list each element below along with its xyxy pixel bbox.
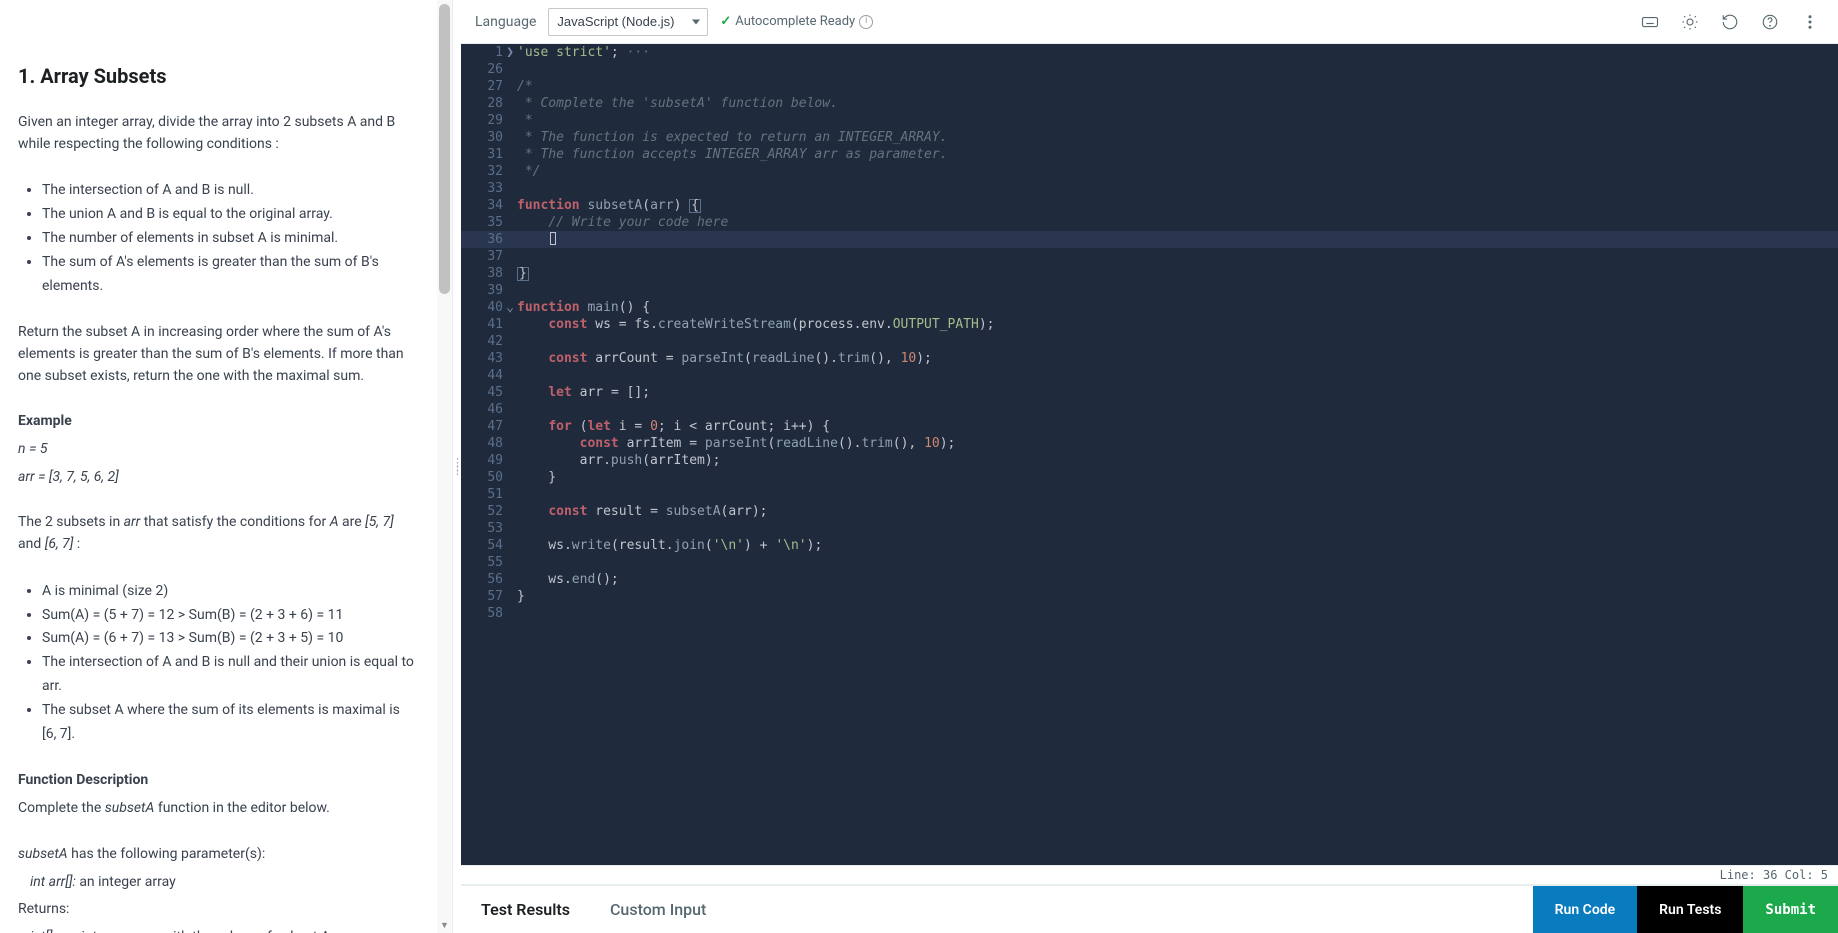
autocomplete-status: ✓ Autocomplete Ready i	[720, 14, 873, 29]
condition-item: The sum of A's elements is greater than …	[42, 251, 415, 299]
code-line[interactable]: 51	[461, 486, 1838, 503]
code-line[interactable]: 1❯'use strict'; ···	[461, 44, 1838, 61]
condition-item: The intersection of A and B is null.	[42, 179, 415, 203]
example-bullet: The subset A where the sum of its elemen…	[42, 699, 415, 747]
tab-custom-input[interactable]: Custom Input	[590, 886, 726, 933]
code-line[interactable]: 42	[461, 333, 1838, 350]
theme-toggle-icon[interactable]	[1676, 8, 1704, 36]
conditions-list: The intersection of A and B is null. The…	[42, 179, 415, 298]
example-arr: arr = [3, 7, 5, 6, 2]	[18, 469, 119, 485]
run-code-button[interactable]: Run Code	[1533, 886, 1638, 933]
left-scrollbar[interactable]: ▲ ▼	[437, 0, 452, 933]
code-line[interactable]: 32 */	[461, 163, 1838, 180]
code-line[interactable]: 41 const ws = fs.createWriteStream(proce…	[461, 316, 1838, 333]
code-line[interactable]: 39	[461, 282, 1838, 299]
code-line[interactable]: 33	[461, 180, 1838, 197]
code-line[interactable]: 26	[461, 61, 1838, 78]
code-line[interactable]: 27/*	[461, 78, 1838, 95]
code-line[interactable]: 52 const result = subsetA(arr);	[461, 503, 1838, 520]
scroll-down-arrow[interactable]: ▼	[437, 919, 452, 933]
code-line[interactable]: 48 const arrItem = parseInt(readLine().t…	[461, 435, 1838, 452]
tab-test-results[interactable]: Test Results	[461, 886, 590, 933]
code-line[interactable]: 46	[461, 401, 1838, 418]
code-line[interactable]: 36	[461, 231, 1838, 248]
bottom-bar: Test Results Custom Input Run Code Run T…	[461, 885, 1838, 933]
code-line[interactable]: 44	[461, 367, 1838, 384]
example-header: Example	[18, 411, 415, 433]
pane-resize-handle[interactable]: ⋮⋮⋮	[453, 0, 461, 933]
cursor-position: Line: 36 Col: 5	[1720, 868, 1828, 882]
problem-scroll[interactable]: 1. Array Subsets Given an integer array,…	[0, 0, 437, 933]
returns-header: Returns:	[18, 899, 415, 921]
code-line[interactable]: 55	[461, 554, 1838, 571]
code-line[interactable]: 35 // Write your code here	[461, 214, 1838, 231]
example-bullet: A is minimal (size 2)	[42, 580, 415, 604]
example-bullets: A is minimal (size 2) Sum(A) = (5 + 7) =…	[42, 580, 415, 747]
example-intro: The 2 subsets in arr that satisfy the co…	[18, 512, 415, 555]
check-icon: ✓	[720, 14, 731, 29]
code-line[interactable]: 47 for (let i = 0; i < arrCount; i++) {	[461, 418, 1838, 435]
code-line[interactable]: 57}	[461, 588, 1838, 605]
function-description-header: Function Description	[18, 770, 415, 792]
returns-line: int[] : an integer array with the values…	[18, 927, 415, 933]
language-select[interactable]: JavaScript (Node.js)	[548, 8, 708, 36]
language-label: Language	[475, 14, 536, 30]
info-icon[interactable]: i	[859, 15, 873, 29]
code-line[interactable]: 54 ws.write(result.join('\n') + '\n');	[461, 537, 1838, 554]
example-n: n = 5	[18, 441, 47, 457]
code-line[interactable]: 31 * The function accepts INTEGER_ARRAY …	[461, 146, 1838, 163]
example-bullet: The intersection of A and B is null and …	[42, 651, 415, 699]
code-editor[interactable]: 1❯'use strict'; ···2627/*28 * Complete t…	[461, 44, 1838, 865]
problem-panel: 1. Array Subsets Given an integer array,…	[0, 0, 453, 933]
keyboard-icon[interactable]	[1636, 8, 1664, 36]
code-line[interactable]: 37	[461, 248, 1838, 265]
example-bullet: Sum(A) = (5 + 7) = 12 > Sum(B) = (2 + 3 …	[42, 604, 415, 628]
params-intro: subsetA has the following parameter(s):	[18, 844, 415, 866]
code-line[interactable]: 40⌄function main() {	[461, 299, 1838, 316]
code-line[interactable]: 38}	[461, 265, 1838, 282]
condition-item: The number of elements in subset A is mi…	[42, 227, 415, 251]
code-line[interactable]: 45 let arr = [];	[461, 384, 1838, 401]
run-tests-button[interactable]: Run Tests	[1637, 886, 1743, 933]
scroll-thumb[interactable]	[439, 4, 450, 294]
example-bullet: Sum(A) = (6 + 7) = 13 > Sum(B) = (2 + 3 …	[42, 627, 415, 651]
code-line[interactable]: 50 }	[461, 469, 1838, 486]
intro-text: Given an integer array, divide the array…	[18, 112, 415, 155]
editor-statusbar: Line: 36 Col: 5	[461, 865, 1838, 885]
editor-panel: Language JavaScript (Node.js) ✓ Autocomp…	[461, 0, 1838, 933]
code-line[interactable]: 29 *	[461, 112, 1838, 129]
more-menu-icon[interactable]	[1796, 8, 1824, 36]
help-icon[interactable]	[1756, 8, 1784, 36]
code-line[interactable]: 30 * The function is expected to return …	[461, 129, 1838, 146]
function-description: Complete the subsetA function in the edi…	[18, 798, 415, 820]
code-line[interactable]: 58	[461, 605, 1838, 622]
submit-button[interactable]: Submit	[1743, 886, 1838, 933]
code-line[interactable]: 34function subsetA(arr) {	[461, 197, 1838, 214]
code-line[interactable]: 56 ws.end();	[461, 571, 1838, 588]
editor-topbar: Language JavaScript (Node.js) ✓ Autocomp…	[461, 0, 1838, 44]
return-paragraph: Return the subset A in increasing order …	[18, 322, 415, 387]
code-line[interactable]: 28 * Complete the 'subsetA' function bel…	[461, 95, 1838, 112]
code-line[interactable]: 53	[461, 520, 1838, 537]
code-line[interactable]: 49 arr.push(arrItem);	[461, 452, 1838, 469]
code-line[interactable]: 43 const arrCount = parseInt(readLine().…	[461, 350, 1838, 367]
param-line: int arr[]: an integer array	[18, 872, 415, 894]
condition-item: The union A and B is equal to the origin…	[42, 203, 415, 227]
problem-title: 1. Array Subsets	[18, 64, 415, 88]
reset-icon[interactable]	[1716, 8, 1744, 36]
